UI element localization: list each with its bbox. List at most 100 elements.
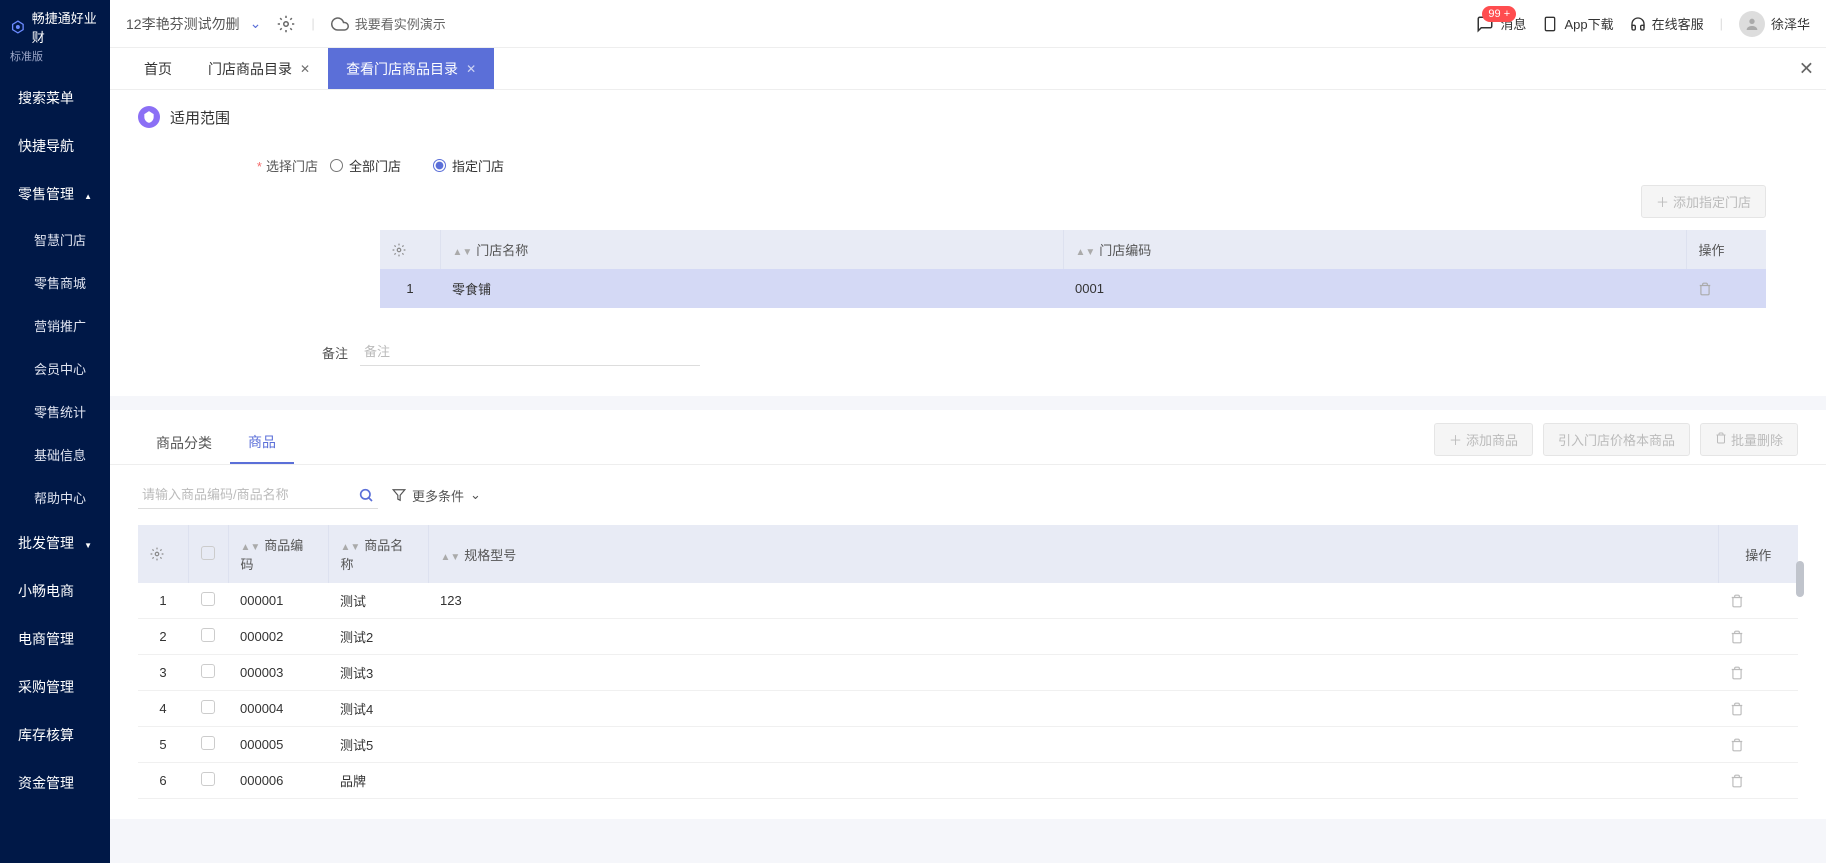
add-product-button: ＋添加商品 — [1434, 423, 1533, 456]
download-button[interactable]: App下载 — [1542, 14, 1613, 33]
product-row[interactable]: 6000006品牌 — [138, 763, 1798, 799]
close-icon[interactable]: ✕ — [300, 62, 310, 76]
nav-wholesale[interactable]: 批发管理 — [0, 519, 110, 567]
product-spec-cell — [428, 727, 1718, 763]
store-row[interactable]: 1 零食铺 0001 — [380, 269, 1766, 308]
col-store-code[interactable]: ▲▼门店编码 — [1063, 230, 1686, 269]
nav-retail[interactable]: 零售管理 — [0, 170, 110, 218]
nav-sub-smart-store[interactable]: 智慧门店 — [0, 218, 110, 261]
chevron-down-icon: ⌄ — [250, 15, 262, 32]
sort-icon: ▲▼ — [453, 250, 473, 255]
nav-quick[interactable]: 快捷导航 — [0, 122, 110, 170]
brand-logo: 畅捷通好业财 — [0, 0, 110, 48]
product-spec-cell: 123 — [428, 583, 1718, 619]
close-all-icon[interactable]: ✕ — [1795, 54, 1818, 83]
nav-purchase[interactable]: 采购管理 — [0, 663, 110, 711]
tab-view-store-products[interactable]: 查看门店商品目录✕ — [328, 48, 494, 89]
nav-sub-help[interactable]: 帮助中心 — [0, 476, 110, 519]
col-product-name[interactable]: ▲▼商品名称 — [328, 525, 428, 583]
nav-sub-marketing[interactable]: 营销推广 — [0, 304, 110, 347]
radio-all-stores[interactable]: 全部门店 — [330, 156, 401, 175]
row-index: 6 — [138, 763, 188, 799]
col-store-name[interactable]: ▲▼门店名称 — [440, 230, 1063, 269]
row-checkbox[interactable] — [188, 763, 228, 799]
row-index: 5 — [138, 727, 188, 763]
row-checkbox[interactable] — [188, 727, 228, 763]
delete-icon[interactable] — [1730, 738, 1786, 752]
version-label: 标准版 — [0, 48, 110, 74]
product-name-cell: 测试4 — [328, 691, 428, 727]
row-checkbox[interactable] — [188, 691, 228, 727]
sort-icon: ▲▼ — [241, 545, 261, 550]
nav-xiaochang[interactable]: 小畅电商 — [0, 567, 110, 615]
plus-icon: ＋ — [1656, 192, 1669, 211]
product-code-cell: 000004 — [228, 691, 328, 727]
gear-column[interactable] — [138, 525, 188, 583]
delete-icon[interactable] — [1730, 666, 1786, 680]
nav-funds[interactable]: 资金管理 — [0, 759, 110, 807]
store-code-cell: 0001 — [1063, 269, 1686, 308]
plus-icon: ＋ — [1449, 430, 1462, 449]
nav-sub-retail-mall[interactable]: 零售商城 — [0, 261, 110, 304]
product-spec-cell — [428, 691, 1718, 727]
org-switcher[interactable]: 12李艳芬测试勿删 ⌄ — [126, 14, 261, 34]
radio-specific-stores[interactable]: 指定门店 — [433, 156, 504, 175]
delete-icon[interactable] — [1730, 774, 1786, 788]
product-code-cell: 000002 — [228, 619, 328, 655]
delete-icon[interactable] — [1730, 594, 1786, 608]
product-spec-cell — [428, 619, 1718, 655]
chevron-down-icon: ⌄ — [470, 487, 481, 503]
select-all-checkbox[interactable] — [188, 525, 228, 583]
row-checkbox[interactable] — [188, 583, 228, 619]
row-checkbox[interactable] — [188, 619, 228, 655]
import-pricebook-button: 引入门店价格本商品 — [1543, 423, 1690, 456]
section-scope-title: 适用范围 — [170, 107, 230, 128]
delete-icon[interactable] — [1730, 702, 1786, 716]
tab-home[interactable]: 首页 — [126, 48, 190, 89]
demo-link[interactable]: 我要看实例演示 — [331, 14, 446, 33]
messages-button[interactable]: 99 + 消息 — [1476, 14, 1526, 33]
nav: 搜索菜单 快捷导航 零售管理 智慧门店 零售商城 营销推广 会员中心 零售统计 … — [0, 74, 110, 863]
scrollbar-thumb[interactable] — [1796, 561, 1804, 597]
nav-ecommerce[interactable]: 电商管理 — [0, 615, 110, 663]
tab-product[interactable]: 商品 — [230, 422, 294, 464]
product-row[interactable]: 2000002测试2 — [138, 619, 1798, 655]
remark-input[interactable] — [360, 338, 700, 366]
user-menu[interactable]: 徐泽华 — [1739, 11, 1810, 37]
product-row[interactable]: 5000005测试5 — [138, 727, 1798, 763]
gear-column[interactable] — [380, 230, 440, 269]
more-conditions[interactable]: 更多条件 ⌄ — [392, 486, 481, 505]
headset-icon — [1630, 16, 1646, 32]
caret-down-icon — [84, 535, 92, 551]
store-table: ▲▼门店名称 ▲▼门店编码 操作 1 零食铺 0001 — [110, 230, 1826, 308]
tab-store-products[interactable]: 门店商品目录✕ — [190, 48, 328, 89]
product-row[interactable]: 3000003测试3 — [138, 655, 1798, 691]
tab-category[interactable]: 商品分类 — [138, 423, 230, 463]
product-row[interactable]: 1000001测试123 — [138, 583, 1798, 619]
product-row[interactable]: 4000004测试4 — [138, 691, 1798, 727]
col-spec[interactable]: ▲▼规格型号 — [428, 525, 1718, 583]
product-name-cell: 测试2 — [328, 619, 428, 655]
nav-sub-member[interactable]: 会员中心 — [0, 347, 110, 390]
store-name-cell: 零食铺 — [440, 269, 1063, 308]
user-icon — [1744, 16, 1760, 32]
search-icon[interactable] — [354, 483, 378, 507]
delete-icon[interactable] — [1698, 282, 1754, 296]
user-name: 徐泽华 — [1771, 14, 1810, 33]
product-search-box — [138, 481, 378, 509]
product-code-cell: 000001 — [228, 583, 328, 619]
product-search-input[interactable] — [138, 481, 354, 508]
row-checkbox[interactable] — [188, 655, 228, 691]
gear-icon — [392, 243, 406, 257]
delete-icon[interactable] — [1730, 630, 1786, 644]
settings-icon[interactable] — [277, 15, 295, 33]
brand-icon — [10, 18, 26, 36]
product-name-cell: 品牌 — [328, 763, 428, 799]
close-icon[interactable]: ✕ — [466, 62, 476, 76]
service-button[interactable]: 在线客服 — [1630, 14, 1704, 33]
col-product-code[interactable]: ▲▼商品编码 — [228, 525, 328, 583]
nav-search[interactable]: 搜索菜单 — [0, 74, 110, 122]
nav-sub-retail-stats[interactable]: 零售统计 — [0, 390, 110, 433]
nav-sub-basic-info[interactable]: 基础信息 — [0, 433, 110, 476]
nav-inventory[interactable]: 库存核算 — [0, 711, 110, 759]
